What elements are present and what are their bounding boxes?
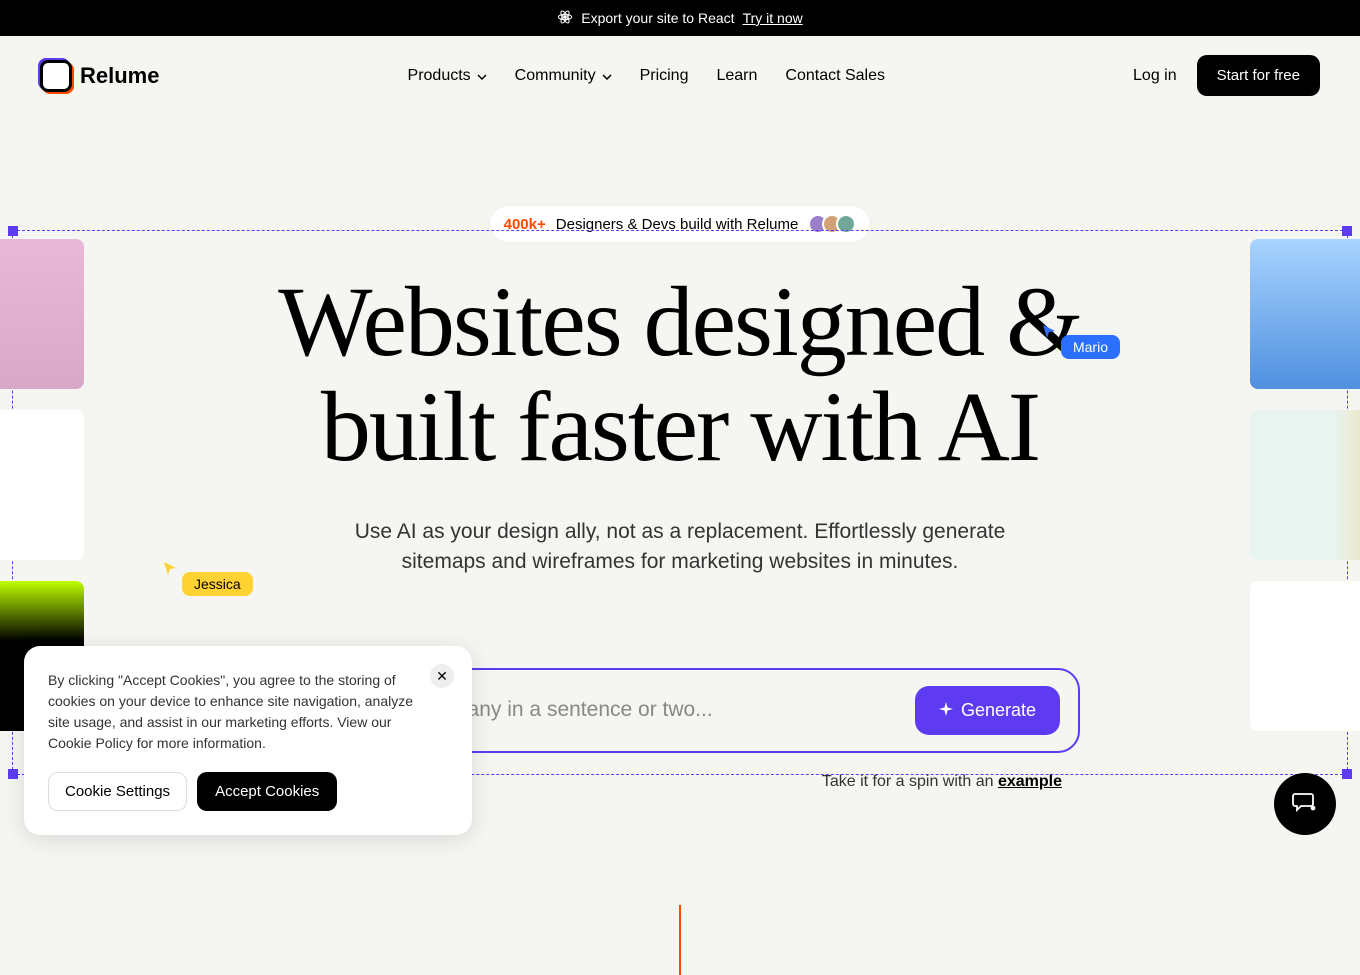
selection-handle — [8, 769, 18, 779]
chevron-down-icon — [477, 67, 487, 85]
cookie-actions: Cookie Settings Accept Cookies — [48, 772, 448, 811]
thumbnail-card — [0, 410, 84, 560]
cursor-jessica: Jessica — [162, 560, 253, 596]
thumbnail-card — [0, 239, 84, 389]
chat-icon — [1291, 788, 1319, 821]
sparkle-icon — [939, 700, 953, 721]
login-link[interactable]: Log in — [1133, 67, 1177, 85]
chevron-down-icon — [602, 67, 612, 85]
social-proof-text: Designers & Devs build with Relume — [556, 216, 799, 233]
react-icon — [557, 9, 573, 28]
social-proof-pill: 400k+ Designers & Devs build with Relume — [489, 205, 872, 243]
cursor-jessica-label: Jessica — [182, 572, 253, 596]
announcement-link[interactable]: Try it now — [743, 10, 803, 26]
start-free-button[interactable]: Start for free — [1197, 55, 1320, 96]
nav-links: Products Community Pricing Learn Contact… — [408, 67, 885, 85]
cursor-mario: Mario — [1041, 323, 1120, 359]
generate-button-label: Generate — [961, 700, 1036, 721]
social-proof-count: 400k+ — [504, 216, 546, 233]
cookie-accept-button[interactable]: Accept Cookies — [197, 772, 337, 811]
divider-line — [679, 905, 681, 975]
try-example-prefix: Take it for a spin with an — [822, 773, 998, 790]
hero-title-line1: Websites designed & — [278, 266, 1082, 377]
announcement-text: Export your site to React — [581, 10, 734, 26]
nav-community-label: Community — [515, 67, 596, 85]
nav-learn[interactable]: Learn — [716, 67, 757, 85]
selection-handle — [1342, 769, 1352, 779]
nav-pricing[interactable]: Pricing — [640, 67, 689, 85]
thumbnail-card — [1250, 239, 1360, 389]
nav-actions: Log in Start for free — [1133, 55, 1320, 96]
cookie-close-button[interactable]: ✕ — [430, 664, 454, 688]
cursor-mario-label: Mario — [1061, 335, 1120, 359]
hero-subtitle: Use AI as your design ally, not as a rep… — [340, 517, 1020, 578]
announcement-bar: Export your site to React Try it now — [0, 0, 1360, 36]
nav-products[interactable]: Products — [408, 67, 487, 85]
logo[interactable]: Relume — [40, 60, 159, 92]
hero-title: Websites designed & built faster with AI — [0, 269, 1360, 479]
hero-title-line2: built faster with AI — [321, 371, 1039, 482]
selection-handle — [1342, 226, 1352, 236]
avatar-stack — [808, 214, 856, 234]
nav-products-label: Products — [408, 67, 471, 85]
navbar: Relume Products Community Pricing Learn … — [0, 36, 1360, 115]
example-link[interactable]: example — [998, 773, 1062, 790]
close-icon: ✕ — [436, 668, 448, 685]
thumbnail-card — [1250, 410, 1360, 560]
logo-cube-icon — [40, 60, 72, 92]
cookie-text: By clicking "Accept Cookies", you agree … — [48, 670, 448, 754]
thumbnail-card — [1250, 581, 1360, 731]
nav-community[interactable]: Community — [515, 67, 612, 85]
cookie-banner: ✕ By clicking "Accept Cookies", you agre… — [24, 646, 472, 835]
selection-handle — [8, 226, 18, 236]
chat-widget-button[interactable] — [1274, 773, 1336, 835]
nav-contact[interactable]: Contact Sales — [785, 67, 885, 85]
generate-button[interactable]: Generate — [915, 686, 1060, 735]
cookie-settings-button[interactable]: Cookie Settings — [48, 772, 187, 811]
logo-text: Relume — [80, 63, 159, 89]
avatar — [836, 214, 856, 234]
